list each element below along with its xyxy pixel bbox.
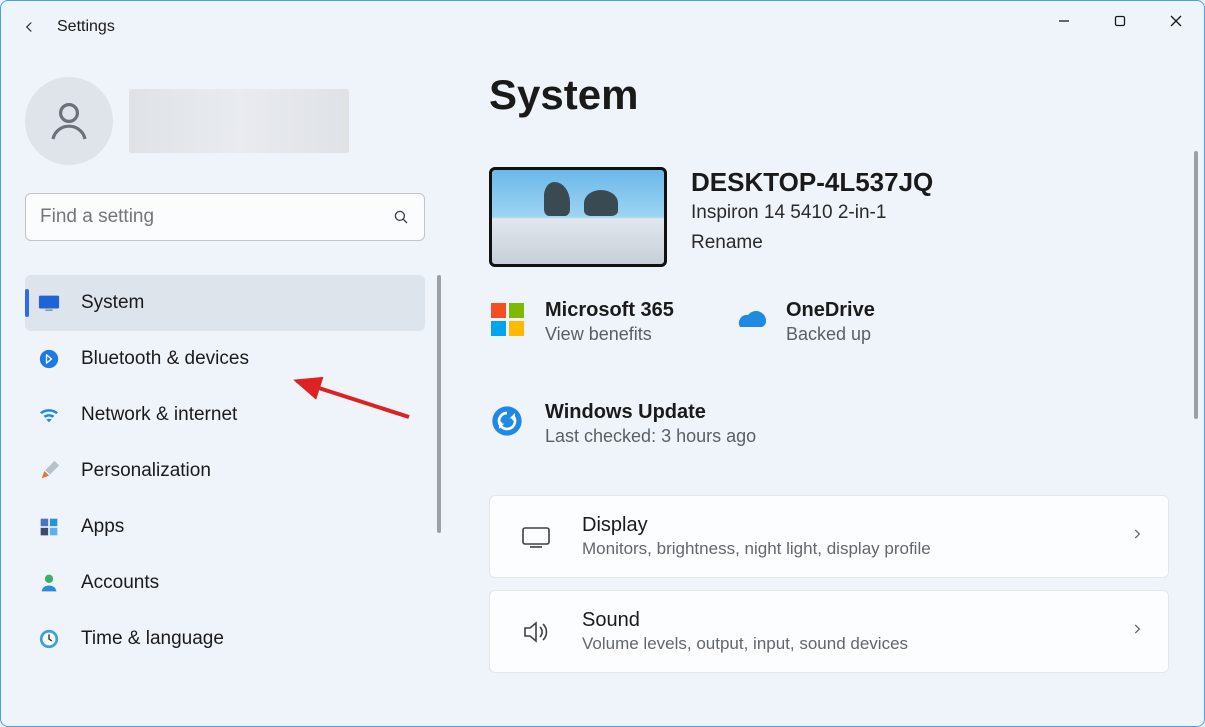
main-scrollbar[interactable] [1194,151,1198,419]
card-sub: Monitors, brightness, night light, displ… [582,539,931,559]
nav-label: Time & language [81,628,224,650]
nav-label: Personalization [81,460,211,482]
nav-label: Bluetooth & devices [81,348,249,370]
search-input[interactable] [40,206,392,228]
sidebar: System Bluetooth & devices Network & int… [1,53,441,726]
chevron-right-icon [1130,524,1144,549]
maximize-icon [1114,15,1126,27]
nav-label: Apps [81,516,124,538]
tile-sub: View benefits [545,324,674,345]
rename-link[interactable]: Rename [691,232,933,254]
nav-bluetooth[interactable]: Bluetooth & devices [25,331,425,387]
monitor-icon [37,291,61,315]
minimize-button[interactable] [1036,1,1092,41]
tile-title: Microsoft 365 [545,299,674,322]
card-title: Sound [582,609,908,632]
paintbrush-icon [37,459,61,483]
main-panel: System DESKTOP-4L537JQ Inspiron 14 5410 … [441,53,1204,726]
maximize-button[interactable] [1092,1,1148,41]
nav-accounts[interactable]: Accounts [25,555,425,611]
nav-system[interactable]: System [25,275,425,331]
search-icon [392,208,410,226]
user-block[interactable] [25,77,423,165]
device-info: DESKTOP-4L537JQ Inspiron 14 5410 2-in-1 … [691,167,933,267]
arrow-left-icon [20,18,38,36]
nav-network[interactable]: Network & internet [25,387,425,443]
tile-microsoft365[interactable]: Microsoft 365 View benefits [489,299,674,345]
page-title: System [489,71,1176,119]
tile-onedrive[interactable]: OneDrive Backed up [730,299,875,345]
window-controls [1036,1,1204,41]
bluetooth-icon [37,347,61,371]
search-box[interactable] [25,193,425,241]
microsoft365-icon [489,301,525,337]
card-sound[interactable]: Sound Volume levels, output, input, soun… [489,590,1169,673]
nav-apps[interactable]: Apps [25,499,425,555]
user-name-placeholder [129,89,349,153]
tile-title: Windows Update [545,401,756,424]
display-icon [518,519,554,555]
close-button[interactable] [1148,1,1204,41]
apps-icon [37,515,61,539]
chevron-right-icon [1130,619,1144,644]
card-title: Display [582,514,931,537]
nav-label: Network & internet [81,404,237,426]
avatar [25,77,113,165]
nav-time-language[interactable]: Time & language [25,611,425,667]
user-icon [45,97,93,145]
tile-sub: Backed up [786,324,875,345]
nav-personalization[interactable]: Personalization [25,443,425,499]
title-bar: Settings [1,1,1204,53]
nav: System Bluetooth & devices Network & int… [25,275,425,667]
update-icon [489,403,525,439]
device-block: DESKTOP-4L537JQ Inspiron 14 5410 2-in-1 … [489,167,1176,267]
nav-label: Accounts [81,572,159,594]
nav-label: System [81,292,144,314]
close-icon [1170,15,1182,27]
back-button[interactable] [9,7,49,47]
app-title: Settings [57,18,115,36]
sound-icon [518,614,554,650]
onedrive-icon [730,301,766,337]
device-model: Inspiron 14 5410 2-in-1 [691,202,933,224]
clock-globe-icon [37,627,61,651]
tile-sub: Last checked: 3 hours ago [545,426,756,447]
card-sub: Volume levels, output, input, sound devi… [582,634,908,654]
minimize-icon [1058,15,1070,27]
device-name: DESKTOP-4L537JQ [691,167,933,198]
wifi-icon [37,403,61,427]
tile-windows-update[interactable]: Windows Update Last checked: 3 hours ago [489,401,1176,447]
tile-title: OneDrive [786,299,875,322]
wallpaper-thumbnail[interactable] [489,167,667,267]
info-tiles: Microsoft 365 View benefits OneDrive Bac… [489,299,1176,447]
person-icon [37,571,61,595]
card-display[interactable]: Display Monitors, brightness, night ligh… [489,495,1169,578]
